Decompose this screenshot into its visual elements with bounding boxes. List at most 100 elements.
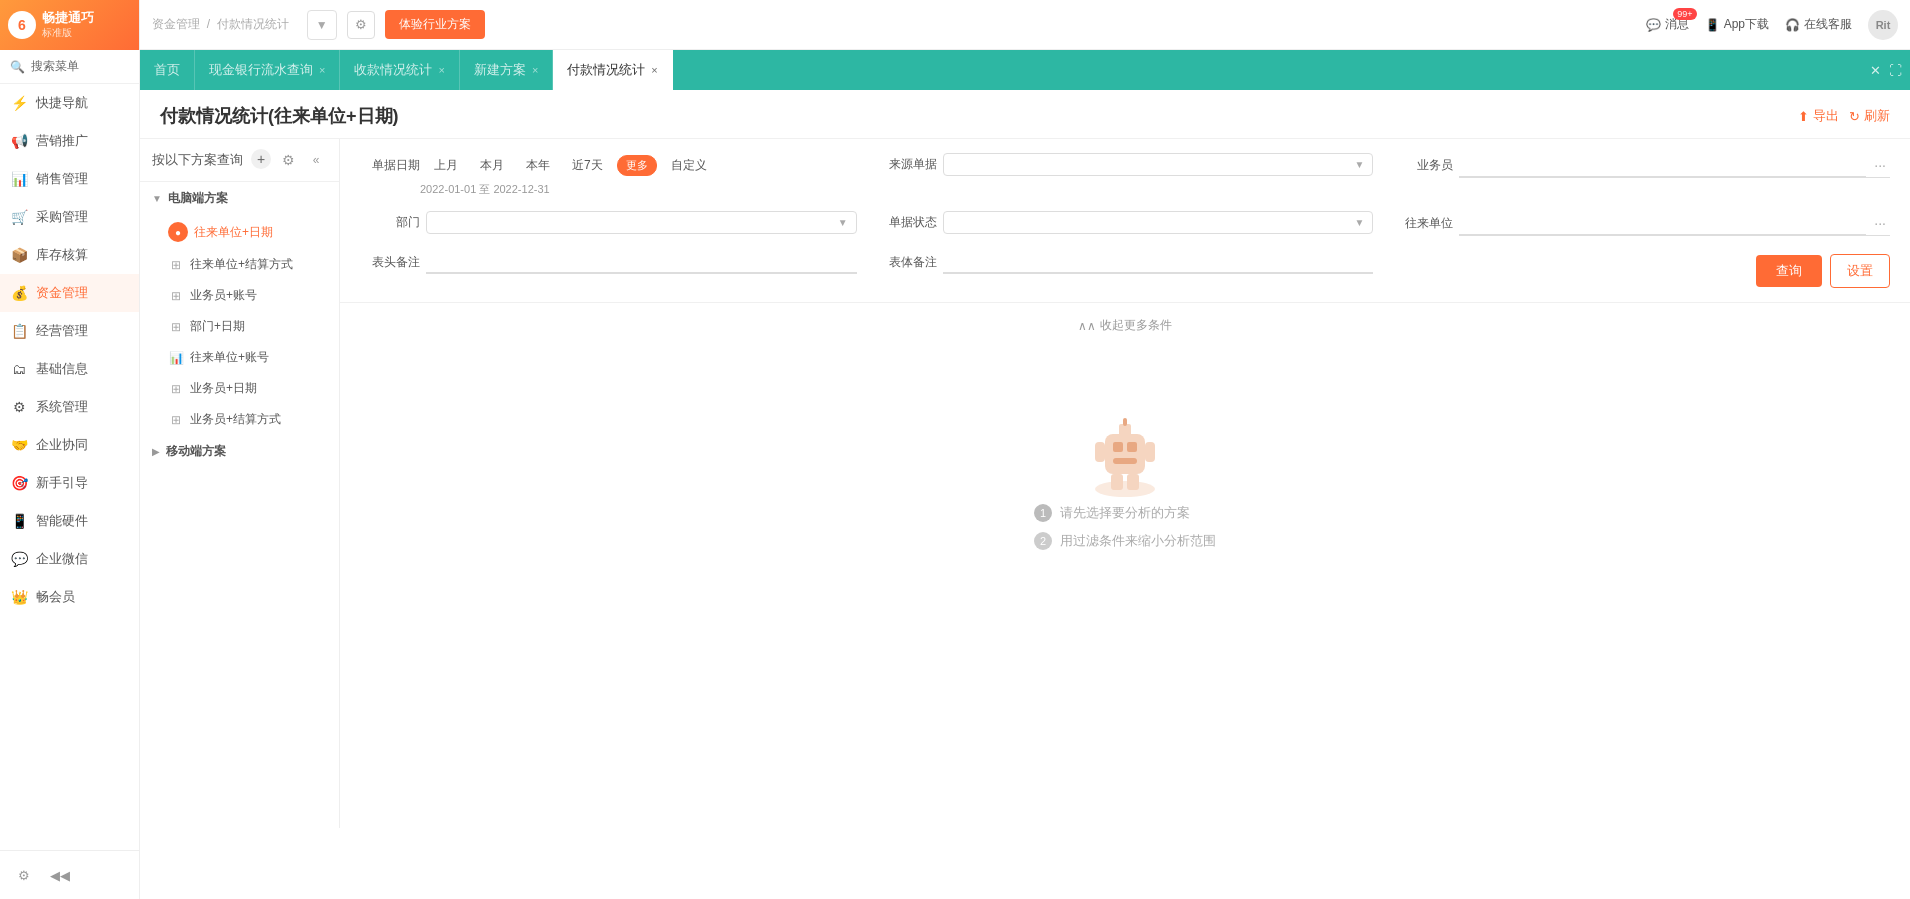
tab-payment-stats-label: 付款情况统计 xyxy=(567,61,645,79)
sidebar-item-sales[interactable]: 📊 销售管理 xyxy=(0,160,139,198)
guide-icon: 🎯 xyxy=(10,474,28,492)
empty-state: 1 请先选择要分析的方案 2 用过滤条件来缩小分析范围 xyxy=(340,344,1910,610)
tab-home-label: 首页 xyxy=(154,61,180,79)
topbar-settings-btn[interactable]: ⚙ xyxy=(347,11,375,39)
tab-bank-flow[interactable]: 现金银行流水查询 × xyxy=(195,50,340,90)
query-area: 查询 设置 xyxy=(1393,250,1890,288)
scheme-item-staff-date[interactable]: ⊞ 业务员+日期 xyxy=(140,373,339,404)
tab-receipt-stats[interactable]: 收款情况统计 × xyxy=(340,50,459,90)
smart-hw-icon: 📱 xyxy=(10,512,28,530)
table-icon: ⊞ xyxy=(168,412,184,428)
messages-group[interactable]: 💬 消息 99+ xyxy=(1646,16,1689,33)
sidebar-item-guide[interactable]: 🎯 新手引导 xyxy=(0,464,139,502)
export-btn[interactable]: ⬆ 导出 xyxy=(1798,107,1839,125)
date-btn-last-month[interactable]: 上月 xyxy=(426,153,466,178)
dept-select[interactable]: ▼ xyxy=(426,211,857,234)
filter-item-doc-status: 单据状态 ▼ xyxy=(877,211,1374,236)
scheme-item-partner-settle[interactable]: ⊞ 往来单位+结算方式 xyxy=(140,249,339,280)
date-btn-this-year[interactable]: 本年 xyxy=(518,153,558,178)
app-download-group[interactable]: 📱 App下载 xyxy=(1705,16,1769,33)
tab-payment-stats-close[interactable]: × xyxy=(651,64,657,76)
filter-item-date: 单据日期 上月 本月 本年 近7天 更多 自定义 2022-01-01 至 20… xyxy=(360,153,857,197)
tab-home[interactable]: 首页 xyxy=(140,50,195,90)
sidebar-item-wechat[interactable]: 💬 企业微信 xyxy=(0,540,139,578)
scheme-header-actions: + ⚙ « xyxy=(251,149,327,171)
svg-rect-7 xyxy=(1095,442,1105,462)
query-btn[interactable]: 查询 xyxy=(1756,255,1822,287)
sidebar-item-purchase[interactable]: 🛒 采购管理 xyxy=(0,198,139,236)
date-btn-custom[interactable]: 自定义 xyxy=(663,153,715,178)
scheme-item-label: 部门+日期 xyxy=(190,318,245,335)
scheme-settings-icon[interactable]: ⚙ xyxy=(277,149,299,171)
sidebar-item-label: 企业协同 xyxy=(36,436,88,454)
sidebar-item-capital[interactable]: 💰 资金管理 xyxy=(0,274,139,312)
sidebar-item-quick-nav[interactable]: ⚡ 快捷导航 xyxy=(0,84,139,122)
date-range-display: 2022-01-01 至 2022-12-31 xyxy=(420,182,857,197)
scheme-item-staff-settle[interactable]: ⊞ 业务员+结算方式 xyxy=(140,404,339,435)
table-icon: ⊞ xyxy=(168,381,184,397)
sidebar-item-system[interactable]: ⚙ 系统管理 xyxy=(0,388,139,426)
table-body-note-input[interactable] xyxy=(943,250,1374,273)
tab-bank-flow-label: 现金银行流水查询 xyxy=(209,61,313,79)
hint-num-2: 2 xyxy=(1034,532,1052,550)
partner-more-icon[interactable]: ··· xyxy=(1870,211,1890,235)
date-btn-this-month[interactable]: 本月 xyxy=(472,153,512,178)
sidebar-item-label: 智能硬件 xyxy=(36,512,88,530)
scheme-section-mobile-header[interactable]: ▶ 移动端方案 xyxy=(140,435,339,468)
scheme-item-partner-account[interactable]: 📊 往来单位+账号 xyxy=(140,342,339,373)
sidebar-item-member[interactable]: 👑 畅会员 xyxy=(0,578,139,616)
tab-expand-icon[interactable]: ⛶ xyxy=(1889,63,1902,78)
messages-badge: 99+ xyxy=(1673,8,1696,20)
date-btn-more[interactable]: 更多 xyxy=(617,155,657,176)
scheme-item-dept-date[interactable]: ⊞ 部门+日期 xyxy=(140,311,339,342)
quick-nav-icon: ⚡ xyxy=(10,94,28,112)
partner-input[interactable] xyxy=(1459,212,1866,235)
table-header-note-input[interactable] xyxy=(426,250,857,273)
tab-bank-flow-close[interactable]: × xyxy=(319,64,325,76)
sidebar-collapse-btn[interactable]: ◀◀ xyxy=(46,861,74,889)
staff-input[interactable] xyxy=(1459,154,1866,177)
filter-row-3: 表头备注 表体备注 xyxy=(340,236,1910,288)
tab-new-scheme-close[interactable]: × xyxy=(532,64,538,76)
sidebar-item-label: 采购管理 xyxy=(36,208,88,226)
sidebar-search[interactable]: 🔍 搜索菜单 xyxy=(0,50,139,84)
tab-receipt-stats-close[interactable]: × xyxy=(438,64,444,76)
tab-payment-stats[interactable]: 付款情况统计 × xyxy=(553,50,672,90)
collapse-more-btn[interactable]: ∧∧ 收起更多条件 xyxy=(1078,317,1172,334)
sidebar-item-basic-info[interactable]: 🗂 基础信息 xyxy=(0,350,139,388)
topbar-dropdown-btn[interactable]: ▼ xyxy=(307,10,337,40)
sidebar-item-label: 快捷导航 xyxy=(36,94,88,112)
sidebar-settings-btn[interactable]: ⚙ xyxy=(10,861,38,889)
scheme-item-partner-date[interactable]: ● 往来单位+日期 xyxy=(140,215,339,249)
sidebar-item-enterprise[interactable]: 🤝 企业协同 xyxy=(0,426,139,464)
refresh-btn[interactable]: ↻ 刷新 xyxy=(1849,107,1890,125)
tab-new-scheme[interactable]: 新建方案 × xyxy=(460,50,553,90)
sidebar-item-marketing[interactable]: 📢 营销推广 xyxy=(0,122,139,160)
member-icon: 👑 xyxy=(10,588,28,606)
date-label: 单据日期 xyxy=(360,157,420,174)
doc-status-select[interactable]: ▼ xyxy=(943,211,1374,234)
date-btn-7days[interactable]: 近7天 xyxy=(564,153,611,178)
sidebar-item-inventory[interactable]: 📦 库存核算 xyxy=(0,236,139,274)
online-service-group[interactable]: 🎧 在线客服 xyxy=(1785,16,1852,33)
svg-rect-6 xyxy=(1123,418,1127,426)
user-avatar[interactable]: Rit xyxy=(1868,10,1898,40)
active-dot-icon: ● xyxy=(168,222,188,242)
filter-item-table-header-note: 表头备注 xyxy=(360,250,857,288)
sidebar-item-operation[interactable]: 📋 经营管理 xyxy=(0,312,139,350)
desktop-section-title: 电脑端方案 xyxy=(168,190,228,207)
filter-settings-btn[interactable]: 设置 xyxy=(1830,254,1890,288)
scheme-section-desktop-header[interactable]: ▼ 电脑端方案 xyxy=(140,182,339,215)
sidebar-item-smart-hw[interactable]: 📱 智能硬件 xyxy=(0,502,139,540)
tab-close-all-icon[interactable]: ✕ xyxy=(1870,63,1881,78)
scheme-item-staff-account[interactable]: ⊞ 业务员+账号 xyxy=(140,280,339,311)
scheme-add-btn[interactable]: + xyxy=(251,149,271,169)
scheme-collapse-btn[interactable]: « xyxy=(305,149,327,171)
staff-more-icon[interactable]: ··· xyxy=(1870,153,1890,177)
trial-btn[interactable]: 体验行业方案 xyxy=(385,10,485,39)
export-icon: ⬆ xyxy=(1798,109,1809,124)
source-select[interactable]: ▼ xyxy=(943,153,1374,176)
scheme-item-label: 业务员+结算方式 xyxy=(190,411,281,428)
refresh-label: 刷新 xyxy=(1864,107,1890,125)
filter-row-1: 单据日期 上月 本月 本年 近7天 更多 自定义 2022-01-01 至 20… xyxy=(340,139,1910,197)
